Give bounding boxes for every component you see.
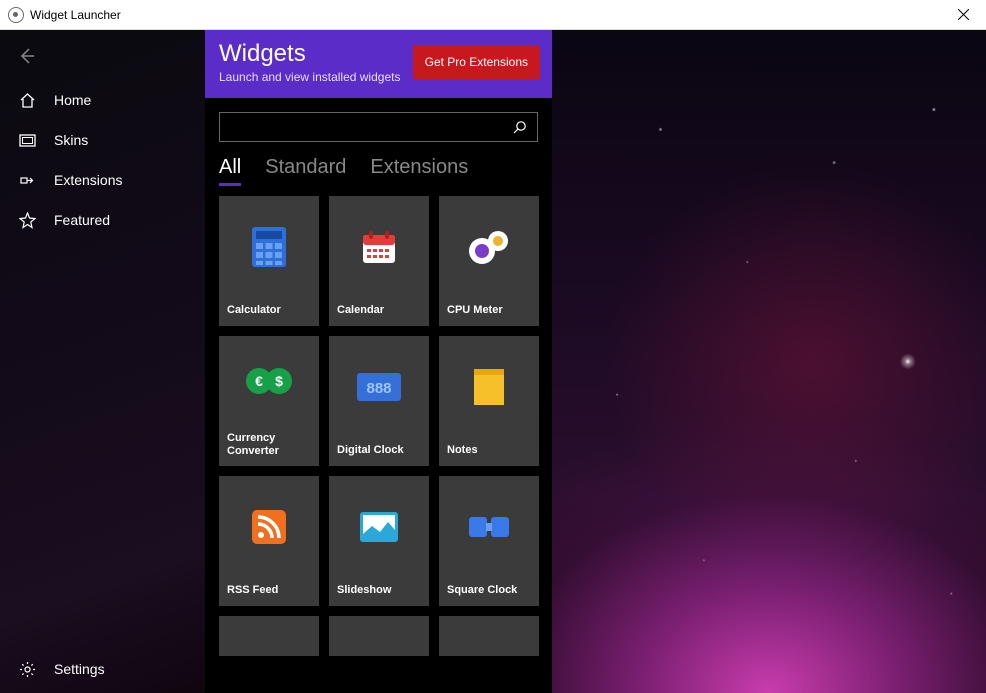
svg-text:€: € xyxy=(255,373,263,389)
digital-clock-icon: 888 xyxy=(329,336,429,438)
home-icon xyxy=(18,91,36,109)
widget-tile-digital-clock[interactable]: 888 Digital Clock xyxy=(329,336,429,466)
widget-tile-square-clock[interactable]: Square Clock xyxy=(439,476,539,606)
calculator-icon xyxy=(219,196,319,298)
rss-icon xyxy=(219,476,319,578)
sidebar-item-settings[interactable]: Settings xyxy=(0,645,205,693)
sidebar-item-label: Skins xyxy=(54,132,88,148)
widget-tile-calendar[interactable]: Calendar xyxy=(329,196,429,326)
widget-tile-notes[interactable]: Notes xyxy=(439,336,539,466)
widget-label: Currency Converter xyxy=(219,426,319,466)
panel-subtitle: Launch and view installed widgets xyxy=(219,70,400,84)
extensions-icon xyxy=(18,171,36,189)
notes-icon xyxy=(439,336,539,438)
star-icon xyxy=(18,211,36,229)
widget-tile-currency-converter[interactable]: €$ Currency Converter xyxy=(219,336,319,466)
widget-tile-slideshow[interactable]: Slideshow xyxy=(329,476,429,606)
window-title: Widget Launcher xyxy=(30,8,121,22)
sidebar: Home Skins Extensions Featured xyxy=(0,30,205,693)
tab-all[interactable]: All xyxy=(219,156,241,186)
sidebar-item-label: Home xyxy=(54,92,91,108)
sidebar-item-skins[interactable]: Skins xyxy=(0,120,205,160)
desktop-wallpaper xyxy=(552,30,986,693)
sidebar-item-featured[interactable]: Featured xyxy=(0,200,205,240)
search-icon[interactable] xyxy=(513,120,527,134)
widget-tile-placeholder[interactable] xyxy=(439,616,539,656)
widget-label: Calculator xyxy=(219,298,319,326)
settings-label: Settings xyxy=(54,661,105,677)
widgets-panel: Widgets Launch and view installed widget… xyxy=(205,30,552,693)
app-icon xyxy=(8,7,24,23)
sidebar-item-label: Featured xyxy=(54,212,110,228)
widget-label: Square Clock xyxy=(439,578,539,606)
close-button[interactable] xyxy=(941,0,986,30)
widget-tile-cpu-meter[interactable]: CPU Meter xyxy=(439,196,539,326)
panel-header: Widgets Launch and view installed widget… xyxy=(205,30,552,98)
back-button[interactable] xyxy=(6,36,46,76)
widget-label: CPU Meter xyxy=(439,298,539,326)
tab-extensions[interactable]: Extensions xyxy=(370,156,468,186)
square-clock-icon xyxy=(439,476,539,578)
widget-label: Slideshow xyxy=(329,578,429,606)
widget-tile-rss-feed[interactable]: RSS Feed xyxy=(219,476,319,606)
search-input[interactable] xyxy=(230,120,513,135)
filter-tabs: All Standard Extensions xyxy=(205,152,552,196)
svg-text:888: 888 xyxy=(366,380,391,397)
widget-tile-placeholder[interactable] xyxy=(219,616,319,656)
gear-icon xyxy=(18,660,36,678)
get-pro-button[interactable]: Get Pro Extensions xyxy=(413,45,540,79)
search-box[interactable] xyxy=(219,112,538,142)
cpu-meter-icon xyxy=(439,196,539,298)
widget-label: Calendar xyxy=(329,298,429,326)
widgets-grid: Calculator Calendar CPU Meter xyxy=(219,196,538,656)
panel-title: Widgets xyxy=(219,40,400,68)
widget-label: Notes xyxy=(439,438,539,466)
widget-label: RSS Feed xyxy=(219,578,319,606)
calendar-icon xyxy=(329,196,429,298)
widget-tile-calculator[interactable]: Calculator xyxy=(219,196,319,326)
titlebar: Widget Launcher xyxy=(0,0,986,30)
sidebar-item-label: Extensions xyxy=(54,172,122,188)
skins-icon xyxy=(18,131,36,149)
slideshow-icon xyxy=(329,476,429,578)
currency-icon: €$ xyxy=(219,336,319,426)
tab-standard[interactable]: Standard xyxy=(265,156,346,186)
widgets-grid-scroll[interactable]: Calculator Calendar CPU Meter xyxy=(205,196,552,693)
sidebar-item-home[interactable]: Home xyxy=(0,80,205,120)
sidebar-item-extensions[interactable]: Extensions xyxy=(0,160,205,200)
svg-text:$: $ xyxy=(275,373,283,389)
widget-tile-placeholder[interactable] xyxy=(329,616,429,656)
widget-label: Digital Clock xyxy=(329,438,429,466)
